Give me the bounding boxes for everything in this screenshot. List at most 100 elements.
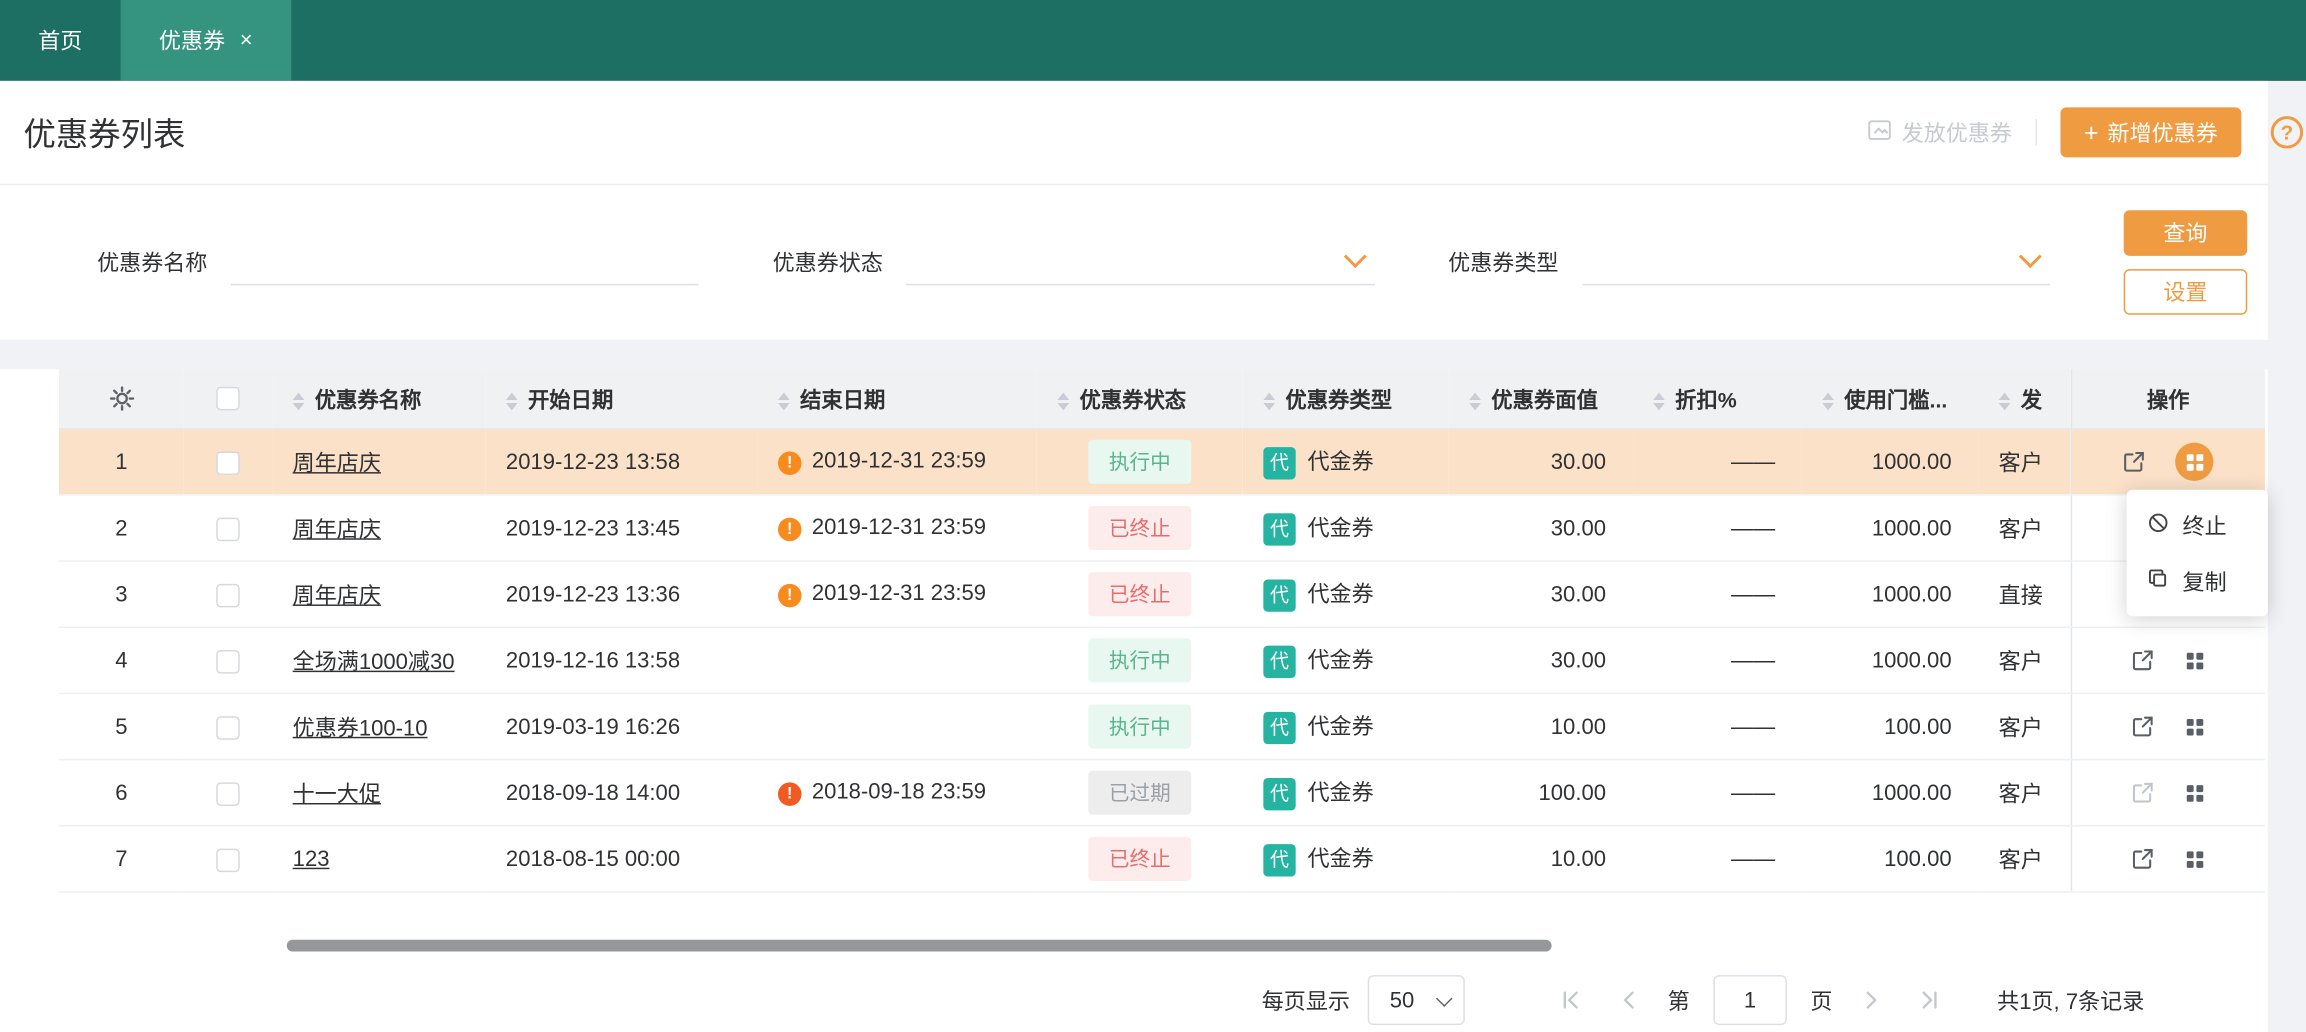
row-select-cell[interactable] — [183, 428, 273, 496]
prev-page-button[interactable] — [1618, 988, 1642, 1012]
search-button[interactable]: 查询 — [2123, 210, 2248, 256]
status-badge: 执行中 — [1088, 704, 1192, 749]
coupon-name-link[interactable]: 周年店庆 — [293, 517, 381, 542]
channel-cell: 客户 — [1978, 627, 2071, 695]
threshold-cell: 1000.00 — [1801, 428, 1979, 496]
table-row[interactable]: 1 周年店庆 2019-12-23 13:58! 2019-12-31 23:59 执行… — [58, 428, 2265, 496]
row-select-cell[interactable] — [183, 825, 273, 893]
coupon-name-input[interactable] — [230, 241, 700, 283]
coupon-type-select[interactable] — [1581, 240, 2051, 286]
table-row[interactable]: 3 周年店庆 2019-12-23 13:36! 2019-12-31 23:59 已终… — [58, 561, 2265, 628]
table-row[interactable]: 7 123 2018-08-15 00:00 已终止 代代金券 10.00 —— 100.00… — [58, 825, 2265, 893]
stop-icon — [2147, 511, 2169, 539]
page-prefix-label: 第 — [1667, 989, 1690, 1015]
table-row[interactable]: 6 十一大促 2018-09-18 14:00! 2018-09-18 23:59 已过… — [58, 759, 2265, 827]
col-status[interactable]: 优惠券状态 — [1036, 369, 1243, 430]
open-icon[interactable] — [2131, 781, 2155, 805]
row-select-cell[interactable] — [183, 494, 273, 562]
row-checkbox[interactable] — [216, 847, 240, 872]
coupon-name-link[interactable]: 周年店庆 — [293, 583, 381, 608]
record-summary: 共1页, 7条记录 — [1997, 989, 2145, 1015]
last-page-button[interactable] — [1918, 988, 1942, 1012]
ops-cell[interactable] — [2070, 627, 2265, 695]
next-page-button[interactable] — [1859, 988, 1883, 1012]
coupon-table: 优惠券名称 开始日期 结束日期 优惠券状态 优惠券类型 优惠券面值 折扣% 使用… — [58, 369, 2265, 893]
table-body: 1 周年店庆 2019-12-23 13:58! 2019-12-31 23:59 执行… — [58, 428, 2265, 893]
row-index: 7 — [58, 825, 184, 893]
open-icon[interactable] — [2123, 450, 2147, 474]
more-actions-icon[interactable] — [2184, 782, 2206, 804]
face-value-cell: 30.00 — [1448, 627, 1633, 695]
col-discount[interactable]: 折扣% — [1632, 369, 1802, 430]
row-select-cell[interactable] — [183, 693, 273, 761]
more-actions-icon[interactable] — [2175, 442, 2214, 481]
start-date-cell: 2019-12-23 13:45 — [485, 494, 758, 562]
sort-icon — [1057, 392, 1070, 410]
select-all-header[interactable] — [183, 369, 273, 430]
col-issue-channel[interactable]: 发 — [1978, 369, 2071, 430]
page-number-input[interactable]: 1 — [1713, 975, 1787, 1026]
more-actions-icon[interactable] — [2184, 715, 2206, 737]
column-settings-header[interactable] — [58, 369, 184, 430]
start-date-cell: 2019-12-23 13:36 — [485, 561, 758, 628]
row-checkbox[interactable] — [216, 583, 240, 607]
coupon-name-cell: 123 — [272, 825, 486, 893]
first-page-button[interactable] — [1559, 988, 1583, 1012]
channel-cell: 客户 — [1978, 494, 2071, 562]
col-coupon-name[interactable]: 优惠券名称 — [272, 369, 486, 430]
close-icon[interactable]: × — [240, 28, 253, 53]
ops-cell[interactable] — [2070, 428, 2265, 496]
help-button[interactable]: ? — [2270, 116, 2304, 149]
table-row[interactable]: 5 优惠券100-10 2019-03-19 16:26 执行中 代代金券 10.00 ——… — [58, 693, 2265, 761]
page-header: 优惠券列表 发放优惠券 + 新增优惠券 — [0, 80, 2268, 184]
more-actions-icon[interactable] — [2184, 848, 2206, 870]
coupon-status-filter-label: 优惠券状态 — [772, 251, 883, 277]
open-icon[interactable] — [2131, 715, 2155, 739]
coupon-name-link[interactable]: 周年店庆 — [293, 451, 381, 476]
row-checkbox[interactable] — [216, 715, 240, 740]
issue-coupon-label: 发放优惠券 — [1901, 121, 2012, 147]
horizontal-scrollbar[interactable] — [286, 939, 1552, 952]
per-page-select[interactable]: 50 — [1367, 975, 1465, 1026]
menu-item-copy[interactable]: 复制 — [2127, 553, 2268, 609]
row-select-cell[interactable] — [183, 627, 273, 695]
col-threshold[interactable]: 使用门槛... — [1801, 369, 1979, 430]
coupon-name-link[interactable]: 123 — [293, 846, 330, 871]
ops-cell[interactable] — [2070, 759, 2265, 827]
start-date-cell: 2019-03-19 16:26 — [485, 693, 758, 761]
table-row[interactable]: 4 全场满1000减30 2019-12-16 13:58 执行中 代代金券 30.00—… — [58, 627, 2265, 695]
coupon-table-card: 优惠券名称 开始日期 结束日期 优惠券状态 优惠券类型 优惠券面值 折扣% 使用… — [0, 369, 2268, 1032]
row-checkbox[interactable] — [216, 450, 240, 475]
coupon-name-link[interactable]: 全场满1000减30 — [293, 649, 455, 674]
open-icon[interactable] — [2131, 649, 2155, 673]
row-select-cell[interactable] — [183, 561, 273, 628]
tab-coupon[interactable]: 优惠券 × — [120, 0, 291, 81]
tab-home[interactable]: 首页 — [0, 0, 121, 81]
add-coupon-button[interactable]: + 新增优惠券 — [2060, 107, 2242, 158]
row-select-cell[interactable] — [183, 759, 273, 827]
type-cell: 代代金券 — [1242, 494, 1449, 562]
more-actions-icon[interactable] — [2184, 649, 2206, 671]
ops-cell[interactable] — [2070, 825, 2265, 893]
ops-cell[interactable] — [2070, 693, 2265, 761]
row-checkbox[interactable] — [216, 516, 240, 541]
open-icon[interactable] — [2131, 847, 2155, 871]
coupon-status-select[interactable] — [906, 240, 1375, 286]
coupon-name-link[interactable]: 优惠券100-10 — [293, 715, 428, 740]
coupon-name-link[interactable]: 十一大促 — [293, 782, 381, 807]
table-row[interactable]: 2 周年店庆 2019-12-23 13:45! 2019-12-31 23:59 已终… — [58, 494, 2265, 562]
select-all-checkbox[interactable] — [216, 386, 240, 411]
channel-cell: 客户 — [1978, 693, 2071, 761]
row-checkbox[interactable] — [216, 781, 240, 806]
col-type[interactable]: 优惠券类型 — [1242, 369, 1449, 430]
issue-coupon-button[interactable]: 发放优惠券 — [1868, 117, 2012, 148]
status-cell: 已终止 — [1036, 825, 1243, 893]
menu-item-terminate[interactable]: 终止 — [2127, 497, 2268, 553]
col-face-value[interactable]: 优惠券面值 — [1448, 369, 1633, 430]
col-start-date[interactable]: 开始日期 — [485, 369, 758, 430]
settings-button[interactable]: 设置 — [2123, 269, 2248, 315]
row-checkbox[interactable] — [216, 649, 240, 673]
gear-icon[interactable] — [108, 385, 134, 411]
col-end-date[interactable]: 结束日期 — [757, 369, 1037, 430]
